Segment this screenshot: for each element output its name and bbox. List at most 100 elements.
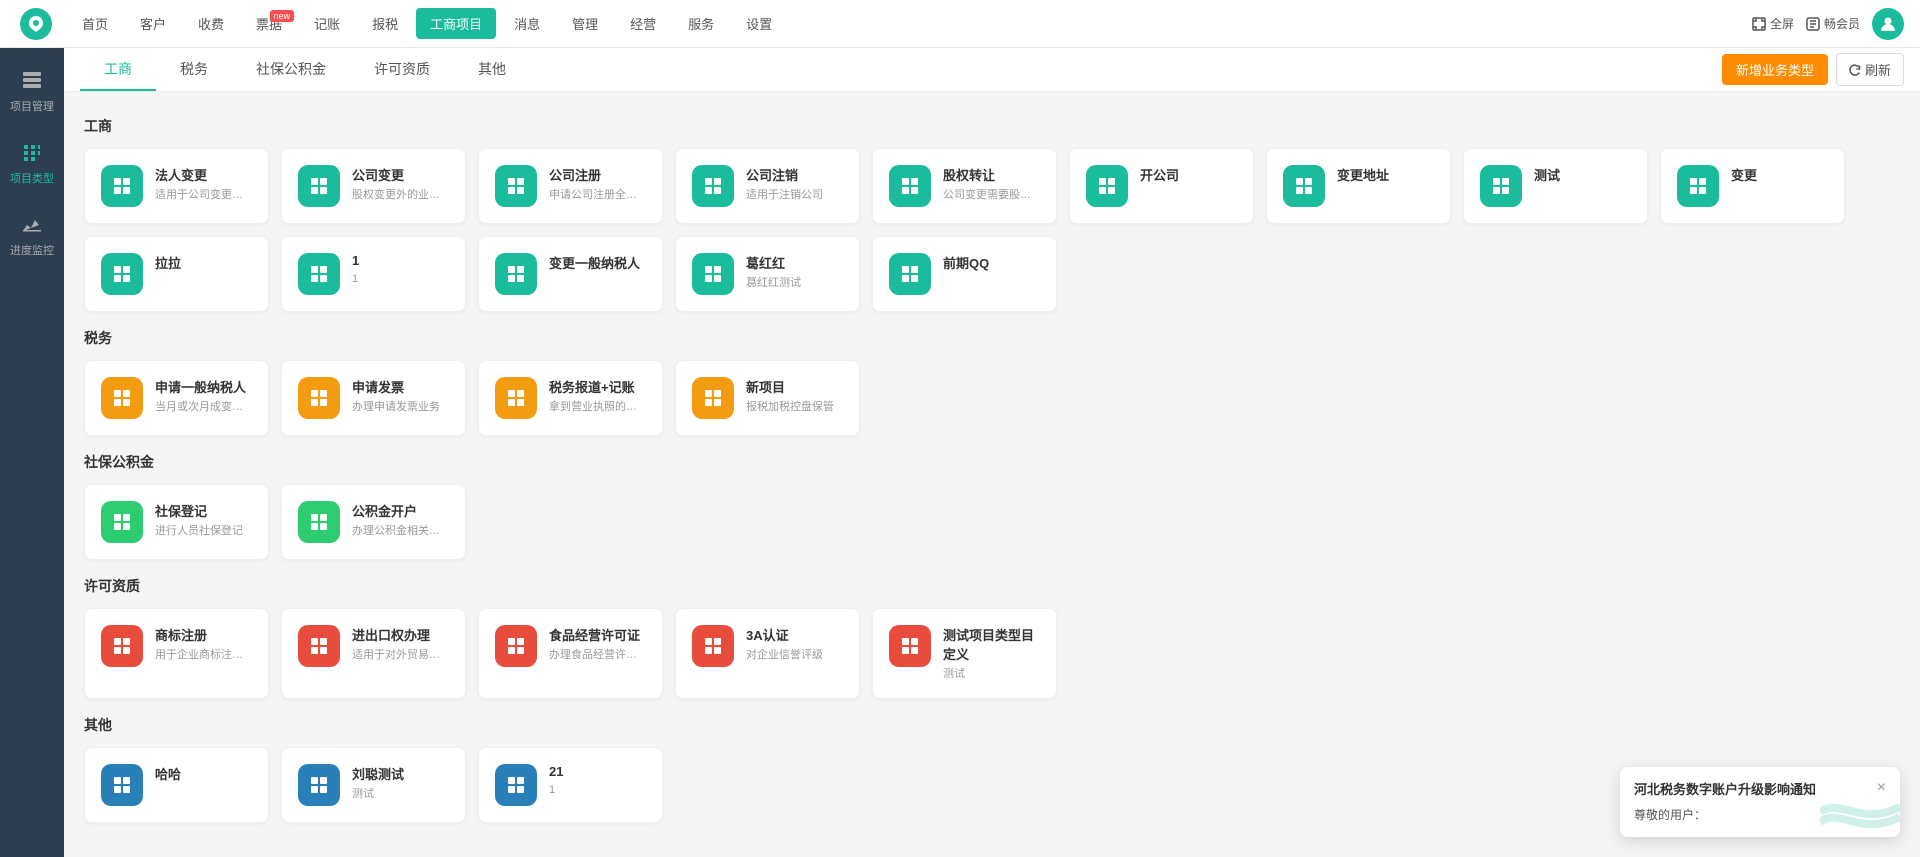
card-商标注册[interactable]: 商标注册 用于企业商标注册服务: [84, 608, 269, 699]
card-desc: 葛红红测试: [746, 276, 843, 291]
card-刘聪测试[interactable]: 刘聪测试 测试: [281, 747, 466, 823]
add-type-button[interactable]: 新增业务类型: [1722, 54, 1828, 85]
card-开公司[interactable]: 开公司: [1069, 148, 1254, 224]
card-哈哈[interactable]: 哈哈: [84, 747, 269, 823]
card-name: 新项目: [746, 377, 843, 396]
card-申请发票[interactable]: 申请发票 办理申请发票业务: [281, 360, 466, 436]
card-icon: [692, 625, 734, 667]
card-变更一般纳税人[interactable]: 变更一般纳税人: [478, 236, 663, 312]
card-公司变更[interactable]: 公司变更 股权变更外的业务变更: [281, 148, 466, 224]
card-info: 法人变更 适用于公司变更法人: [155, 165, 252, 203]
card-info: 葛红红 葛红红测试: [746, 253, 843, 291]
card-icon: [101, 253, 143, 295]
nav-item-管理[interactable]: 管理: [558, 8, 612, 39]
card-21[interactable]: 21 1: [478, 747, 663, 823]
card-name: 税务报道+记账: [549, 377, 646, 396]
refresh-button[interactable]: 刷新: [1836, 53, 1904, 86]
card-icon: [1677, 165, 1719, 207]
card-desc: 办理食品经营许可证: [549, 648, 646, 663]
nav-item-消息[interactable]: 消息: [500, 8, 554, 39]
card-测试项目类型目定义[interactable]: 测试项目类型目定义 测试: [872, 608, 1057, 699]
card-公司注册[interactable]: 公司注册 申请公司注册全流程: [478, 148, 663, 224]
card-info: 哈哈: [155, 764, 252, 787]
logo-icon: [20, 8, 52, 40]
member-btn[interactable]: 畅会员: [1806, 15, 1860, 32]
card-申请一般纳税人[interactable]: 申请一般纳税人 当月或次月成变更完成: [84, 360, 269, 436]
card-变更地址[interactable]: 变更地址: [1266, 148, 1451, 224]
card-股权转让[interactable]: 股权转让 公司变更需要股权转让: [872, 148, 1057, 224]
card-icon: [495, 625, 537, 667]
card-name: 食品经营许可证: [549, 625, 646, 644]
card-desc: 测试: [943, 667, 1040, 682]
sidebar-item-progress-monitor[interactable]: 进度监控: [4, 200, 60, 268]
section-title-税务: 税务: [84, 328, 1900, 348]
card-info: 进出口权办理 适用于对外贸易经营者: [352, 625, 449, 663]
card-税务报道+记账[interactable]: 税务报道+记账 拿到营业执照的新公司: [478, 360, 663, 436]
card-name: 哈哈: [155, 764, 252, 783]
fullscreen-btn[interactable]: 全屏: [1752, 15, 1794, 32]
card-desc: 申请公司注册全流程: [549, 188, 646, 203]
sidebar-item-project-type[interactable]: 项目类型: [4, 128, 60, 196]
card-法人变更[interactable]: 法人变更 适用于公司变更法人: [84, 148, 269, 224]
card-name: 变更地址: [1337, 165, 1434, 184]
card-desc: 股权变更外的业务变更: [352, 188, 449, 203]
card-公司注销[interactable]: 公司注销 适用于注销公司: [675, 148, 860, 224]
nav-item-工商项目[interactable]: 工商项目: [416, 8, 496, 39]
nav-item-报税[interactable]: 报税: [358, 8, 412, 39]
card-name: 21: [549, 764, 646, 779]
sub-nav-tabs: 工商税务社保公积金许可资质其他: [80, 48, 530, 91]
nav-item-收费[interactable]: 收费: [184, 8, 238, 39]
sidebar-item-project-manage[interactable]: 项目管理: [4, 56, 60, 124]
card-测试[interactable]: 测试: [1463, 148, 1648, 224]
card-desc: 适用于公司变更法人: [155, 188, 252, 203]
card-葛红红[interactable]: 葛红红 葛红红测试: [675, 236, 860, 312]
card-icon: [495, 377, 537, 419]
nav-item-票据[interactable]: 票据new: [242, 8, 296, 39]
sub-nav-tab-其他[interactable]: 其他: [454, 48, 530, 91]
card-食品经营许可证[interactable]: 食品经营许可证 办理食品经营许可证: [478, 608, 663, 699]
sub-nav-tab-社保公积金[interactable]: 社保公积金: [232, 48, 350, 91]
card-3A认证[interactable]: 3A认证 对企业信誉评级: [675, 608, 860, 699]
cards-grid-税务: 申请一般纳税人 当月或次月成变更完成 申请发票 办理申请发票业务: [84, 360, 1900, 436]
card-desc: 当月或次月成变更完成: [155, 400, 252, 415]
card-desc: 报税加税控盘保管: [746, 400, 843, 415]
nav-item-设置[interactable]: 设置: [732, 8, 786, 39]
card-icon: [495, 253, 537, 295]
card-info: 测试: [1534, 165, 1631, 188]
sub-nav-tab-税务[interactable]: 税务: [156, 48, 232, 91]
card-info: 食品经营许可证 办理食品经营许可证: [549, 625, 646, 663]
card-进出口权办理[interactable]: 进出口权办理 适用于对外贸易经营者: [281, 608, 466, 699]
sub-nav-tab-许可资质[interactable]: 许可资质: [350, 48, 454, 91]
card-icon: [101, 377, 143, 419]
nav-item-经营[interactable]: 经营: [616, 8, 670, 39]
card-desc: 公司变更需要股权转让: [943, 188, 1040, 203]
card-name: 申请发票: [352, 377, 449, 396]
card-name: 公司注册: [549, 165, 646, 184]
section-title-工商: 工商: [84, 116, 1900, 136]
nav-item-客户[interactable]: 客户: [126, 8, 180, 39]
card-公积金开户[interactable]: 公积金开户 办理公积金相关业务: [281, 484, 466, 560]
sub-nav-tab-工商[interactable]: 工商: [80, 48, 156, 91]
card-新项目[interactable]: 新项目 报税加税控盘保管: [675, 360, 860, 436]
card-info: 变更地址: [1337, 165, 1434, 188]
card-社保登记[interactable]: 社保登记 进行人员社保登记: [84, 484, 269, 560]
section-title-社保公积金: 社保公积金: [84, 452, 1900, 472]
card-变更[interactable]: 变更: [1660, 148, 1845, 224]
card-info: 社保登记 进行人员社保登记: [155, 501, 252, 539]
nav-item-首页[interactable]: 首页: [68, 8, 122, 39]
card-info: 3A认证 对企业信誉评级: [746, 625, 843, 663]
card-name: 商标注册: [155, 625, 252, 644]
card-前期QQ[interactable]: 前期QQ: [872, 236, 1057, 312]
avatar[interactable]: [1872, 8, 1904, 40]
sub-nav-actions: 新增业务类型 刷新: [1722, 53, 1904, 86]
card-icon: [101, 764, 143, 806]
card-1[interactable]: 1 1: [281, 236, 466, 312]
nav-item-服务[interactable]: 服务: [674, 8, 728, 39]
nav-item-记账[interactable]: 记账: [300, 8, 354, 39]
card-info: 测试项目类型目定义 测试: [943, 625, 1040, 682]
card-info: 刘聪测试 测试: [352, 764, 449, 802]
card-name: 葛红红: [746, 253, 843, 272]
top-nav: 首页客户收费票据new记账报税工商项目消息管理经营服务设置 全屏 畅会员: [0, 0, 1920, 48]
card-icon: [1480, 165, 1522, 207]
card-拉拉[interactable]: 拉拉: [84, 236, 269, 312]
